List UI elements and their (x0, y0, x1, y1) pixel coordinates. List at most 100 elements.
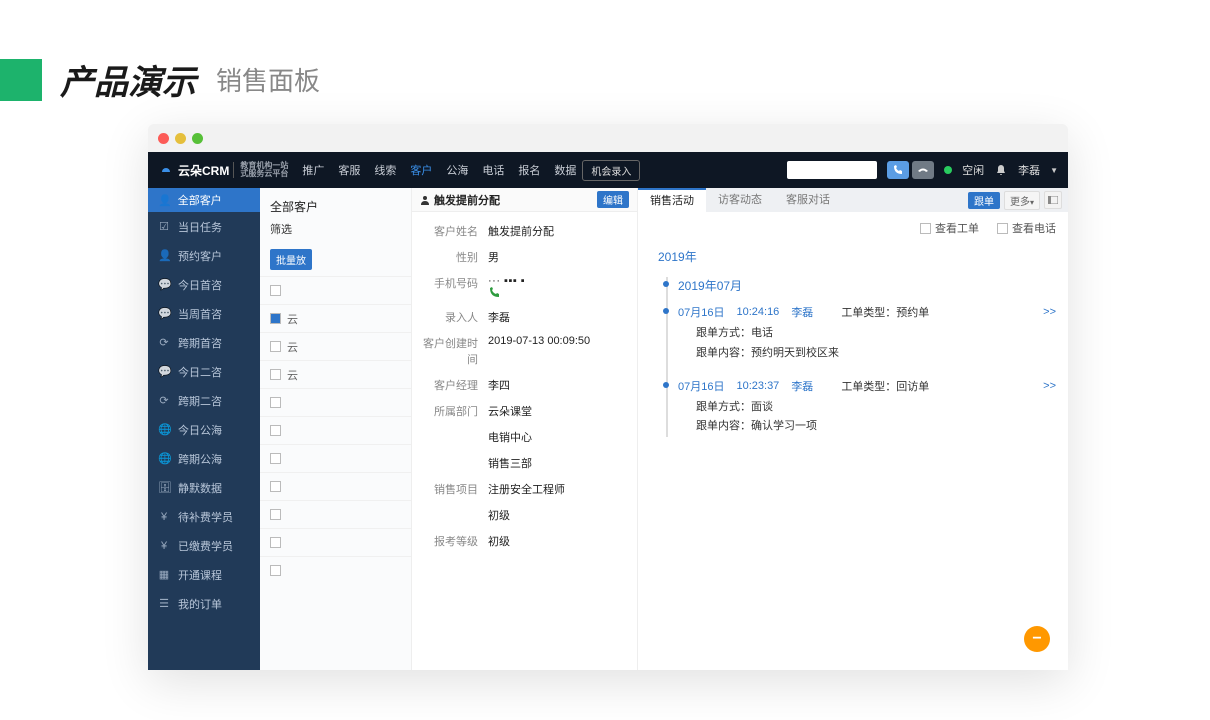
detail-row: 客户经理李四 (412, 372, 637, 398)
row-checkbox[interactable] (270, 341, 281, 352)
list-row[interactable] (260, 388, 411, 416)
nav-item[interactable]: 线索 (372, 159, 398, 181)
row-checkbox[interactable] (270, 509, 281, 520)
sidebar-item[interactable]: 💬今日二咨 (148, 357, 260, 386)
list-filter-label[interactable]: 筛选 (260, 221, 411, 245)
sidebar-item[interactable]: 🌐 今日公海 (148, 415, 260, 444)
activity-tabs: 销售活动访客动态客服对话 跟单 更多▾ (638, 188, 1068, 212)
sidebar-icon: ¥ (158, 511, 170, 523)
list-row[interactable] (260, 528, 411, 556)
nav-item[interactable]: 电话 (480, 159, 506, 181)
nav-item[interactable]: 客服 (336, 159, 362, 181)
sidebar-icon: ⟳ (158, 336, 170, 349)
list-title: 全部客户 (260, 188, 411, 221)
call-buttons (887, 161, 934, 179)
search-input[interactable] (787, 161, 877, 179)
sidebar-header[interactable]: 👤 全部客户 (148, 188, 260, 212)
call-button[interactable] (887, 161, 909, 179)
sidebar-item[interactable]: ¥ 已缴费学员 (148, 531, 260, 560)
sidebar-item[interactable]: 💬今日首咨 (148, 270, 260, 299)
edit-button[interactable]: 编辑 (597, 191, 629, 208)
chevron-down-icon[interactable]: ▼ (1050, 166, 1058, 175)
activity-tab[interactable]: 销售活动 (638, 188, 706, 212)
field-value: ··· ▪▪▪ ▪ (488, 275, 629, 299)
list-row[interactable] (260, 444, 411, 472)
filter-checkbox[interactable]: 查看电话 (997, 220, 1056, 236)
sidebar-icon: 👤 (158, 249, 170, 262)
row-checkbox[interactable] (270, 425, 281, 436)
sidebar-item[interactable]: 🗄静默数据 (148, 473, 260, 502)
sidebar-icon: 🌐 (158, 423, 170, 436)
nav-item[interactable]: 报名 (516, 159, 542, 181)
sidebar-item[interactable]: ¥待补费学员 (148, 502, 260, 531)
sidebar-label: 今日公海 (178, 422, 222, 438)
activity-tab[interactable]: 客服对话 (774, 188, 842, 212)
status-text: 空闲 (962, 162, 984, 178)
minimize-dot[interactable] (175, 133, 186, 144)
sidebar-icon: ⟳ (158, 394, 170, 407)
activity-tab[interactable]: 访客动态 (706, 188, 774, 212)
nav-item[interactable]: 公海 (444, 159, 470, 181)
maximize-dot[interactable] (192, 133, 203, 144)
sidebar-item[interactable]: ⟳跨期二咨 (148, 386, 260, 415)
row-checkbox[interactable] (270, 453, 281, 464)
checkbox-icon (920, 223, 931, 234)
filter-checkbox[interactable]: 查看工单 (920, 220, 979, 236)
sidebar-item[interactable]: 👤预约客户 (148, 241, 260, 270)
sidebar-item[interactable]: ⟳跨期首咨 (148, 328, 260, 357)
activity-time: 10:24:16 (736, 306, 779, 318)
list-row[interactable] (260, 416, 411, 444)
list-row[interactable]: 云 (260, 304, 411, 332)
list-row[interactable] (260, 472, 411, 500)
list-row[interactable] (260, 276, 411, 304)
sidebar-item[interactable]: ☑当日任务 (148, 212, 260, 241)
main-area: 👤 全部客户 ☑当日任务👤预约客户💬今日首咨💬当周首咨⟳跨期首咨💬今日二咨⟳跨期… (148, 188, 1068, 670)
sidebar-label: 今日首咨 (178, 277, 222, 293)
phone-icon[interactable] (488, 287, 629, 299)
detail-row: 录入人李磊 (412, 304, 637, 330)
sidebar-icon: ¥ (158, 540, 170, 552)
list-row[interactable]: 云 (260, 360, 411, 388)
row-checkbox[interactable] (270, 565, 281, 576)
nav-item[interactable]: 数据 (552, 159, 578, 181)
hangup-button[interactable] (912, 161, 934, 179)
sidebar-item[interactable]: 💬当周首咨 (148, 299, 260, 328)
sidebar-item[interactable]: 🌐跨期公海 (148, 444, 260, 473)
opportunity-entry-button[interactable]: 机会录入 (582, 160, 640, 181)
nav-item[interactable]: 客户 (408, 159, 434, 181)
field-label (420, 455, 488, 471)
row-checkbox[interactable] (270, 285, 281, 296)
field-value: 李四 (488, 377, 629, 393)
field-label: 报考等级 (420, 533, 488, 549)
sidebar-item[interactable]: ▦开通课程 (148, 560, 260, 589)
detail-row: 客户创建时间2019-07-13 00:09:50 (412, 330, 637, 372)
row-checkbox[interactable] (270, 313, 281, 324)
row-checkbox[interactable] (270, 537, 281, 548)
field-label (420, 507, 488, 523)
bulk-release-button[interactable]: 批量放 (270, 249, 312, 270)
field-label: 性别 (420, 249, 488, 265)
follow-button[interactable]: 跟单 (968, 192, 1000, 209)
detail-header: 触发提前分配 编辑 (412, 188, 637, 212)
list-row[interactable] (260, 556, 411, 584)
current-user[interactable]: 李磊 (1018, 162, 1040, 178)
sidebar-label: 开通课程 (178, 567, 222, 583)
nav-item[interactable]: 推广 (300, 159, 326, 181)
row-checkbox[interactable] (270, 369, 281, 380)
list-row[interactable]: 云 (260, 332, 411, 360)
close-dot[interactable] (158, 133, 169, 144)
activity-time: 10:23:37 (736, 380, 779, 392)
activity-filters: 查看工单 查看电话 (638, 212, 1068, 244)
row-checkbox[interactable] (270, 481, 281, 492)
notifications-icon[interactable] (994, 163, 1008, 177)
sidebar-label: 已缴费学员 (178, 538, 233, 554)
panel-toggle-icon[interactable] (1044, 191, 1062, 209)
expand-button[interactable]: >> (1043, 306, 1056, 318)
row-checkbox[interactable] (270, 397, 281, 408)
expand-button[interactable]: >> (1043, 380, 1056, 392)
detail-title: 触发提前分配 (434, 192, 500, 208)
sidebar-item[interactable]: ☰我的订单 (148, 589, 260, 618)
list-row[interactable] (260, 500, 411, 528)
more-button[interactable]: 更多▾ (1004, 191, 1040, 210)
fab-button[interactable]: − (1024, 626, 1050, 652)
